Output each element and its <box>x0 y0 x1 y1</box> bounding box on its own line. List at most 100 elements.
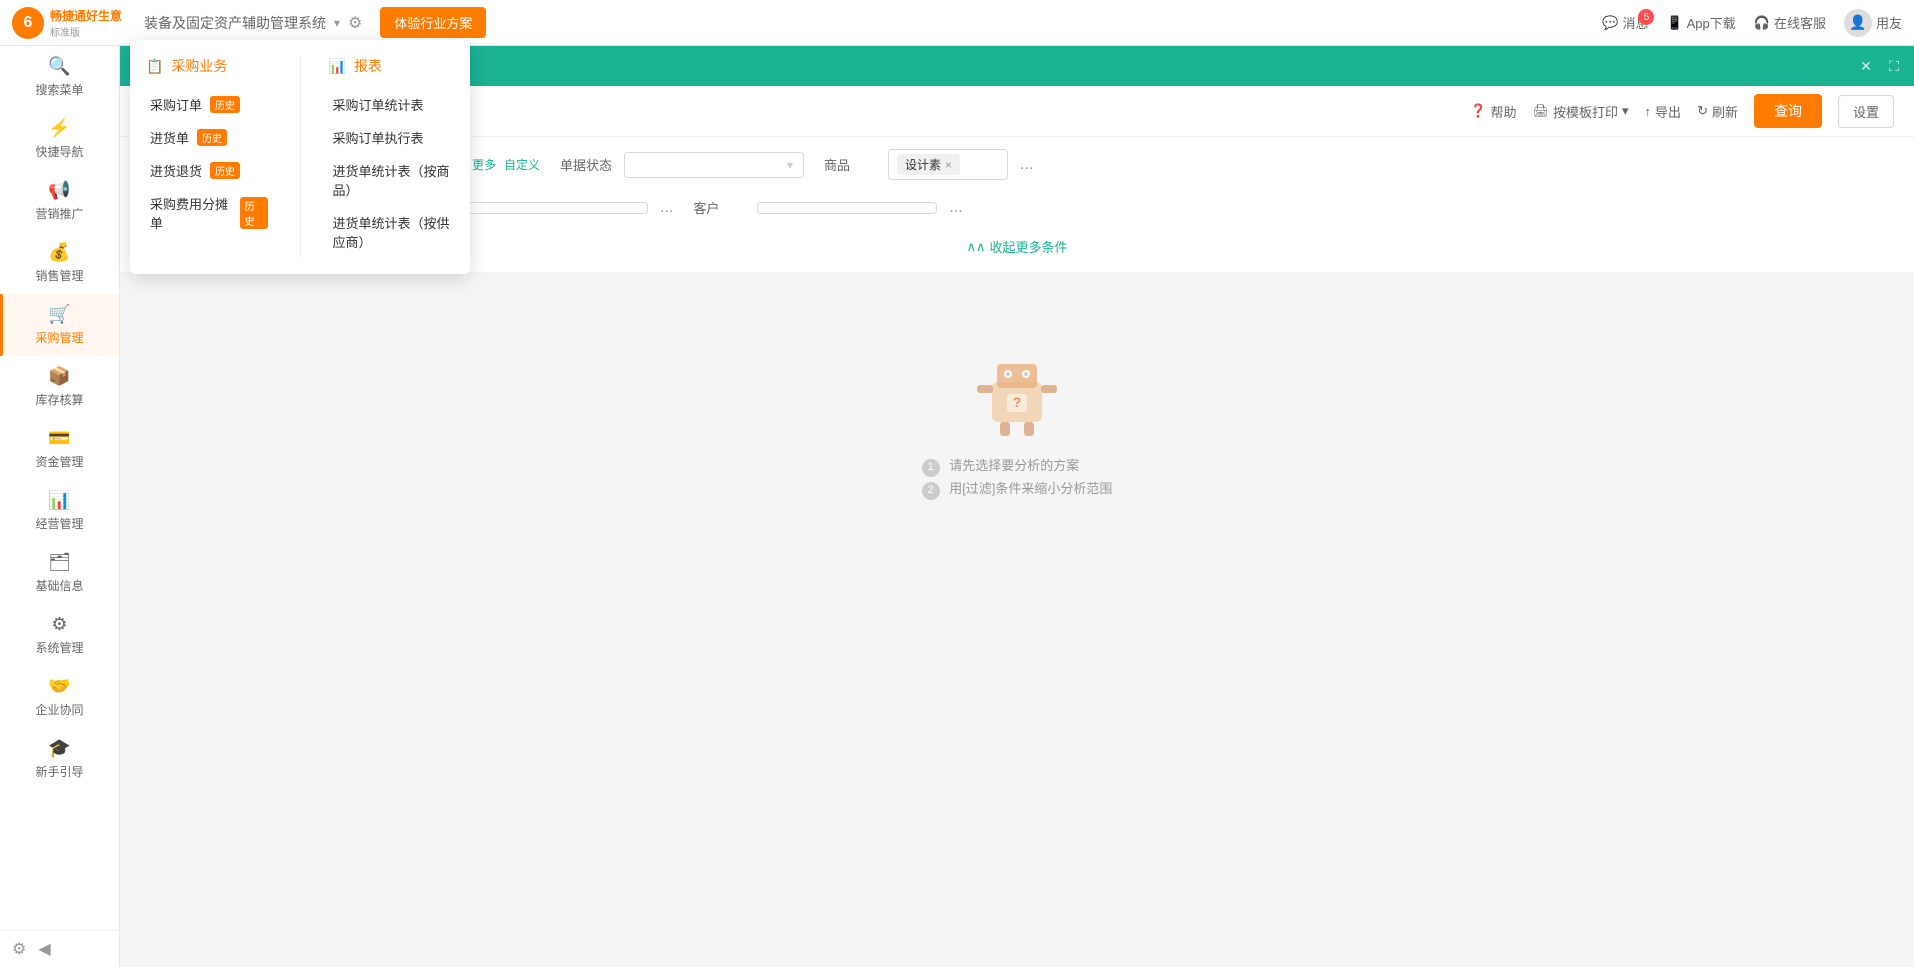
print-label: 按模板打印 <box>1553 102 1618 121</box>
sidebar-label-guide: 新手引导 <box>35 763 83 780</box>
dropdown-item-incoming[interactable]: 进货单 历史 <box>146 121 272 154</box>
print-button[interactable]: 🖨 按模板打印 ▾ <box>1532 102 1628 121</box>
tab-close-all-icon[interactable]: ✕ <box>1854 54 1878 78</box>
search-icon: 🔍 <box>48 56 70 77</box>
sidebar-item-purchase[interactable]: 🛒 采购管理 <box>0 294 119 356</box>
sidebar-label-sales: 销售管理 <box>35 267 83 284</box>
salesperson-input[interactable] <box>468 202 648 214</box>
brand-sub: 标准版 <box>50 24 122 39</box>
sidebar-item-marketing[interactable]: 📢 营销推广 <box>0 170 119 232</box>
filter-status: 单据状态 ▾ <box>560 152 804 178</box>
handshake-icon: 🤝 <box>48 676 70 697</box>
settings-bottom-icon[interactable]: ⚙ <box>12 939 26 959</box>
query-button[interactable]: 查询 <box>1754 94 1822 128</box>
sidebar-item-search[interactable]: 🔍 搜索菜单 <box>0 46 119 108</box>
goods-tag-remove[interactable]: × <box>945 158 952 172</box>
status-arrow-icon: ▾ <box>787 158 793 172</box>
purchase-col-icon: 📋 <box>146 58 163 75</box>
sidebar-label-operations: 经营管理 <box>35 515 83 532</box>
main-layout: 🔍 搜索菜单 ⚡ 快捷导航 📢 营销推广 💰 销售管理 🛒 采购管理 📦 库存核… <box>0 46 1914 967</box>
sidebar-bottom: ⚙ ◀ <box>0 930 119 967</box>
collapse-label: 收起更多条件 <box>990 237 1068 256</box>
user-area[interactable]: 👤 用友 <box>1844 9 1902 37</box>
collapse-button[interactable]: ∧∧ 收起更多条件 <box>966 233 1067 260</box>
shortcut-custom[interactable]: 自定义 <box>504 156 540 173</box>
message-button[interactable]: 💬 消息 5 <box>1602 13 1648 32</box>
refresh-icon: ↻ <box>1697 103 1708 119</box>
sidebar-item-system[interactable]: ⚙ 系统管理 <box>0 604 119 666</box>
filter-goods: 商品 设计素 × ... <box>824 149 1033 180</box>
shortcut-more[interactable]: 更多 <box>472 156 496 173</box>
dropdown-item-label: 进货退货 <box>150 161 202 180</box>
megaphone-icon: 📢 <box>48 180 70 201</box>
report-col-icon: 📊 <box>329 58 346 75</box>
sidebar: 🔍 搜索菜单 ⚡ 快捷导航 📢 营销推广 💰 销售管理 🛒 采购管理 📦 库存核… <box>0 46 120 967</box>
dropdown-item-incoming-stat-supplier[interactable]: 进货单统计表（按供应商） <box>329 206 455 258</box>
sidebar-label-purchase: 采购管理 <box>35 329 83 346</box>
customer-more-btn[interactable]: ... <box>949 199 962 217</box>
settings-icon[interactable]: ⚙ <box>348 13 362 33</box>
empty-tip2: 用[过滤]条件来缩小分析范围 <box>949 481 1112 496</box>
export-button[interactable]: ↑ 导出 <box>1645 102 1682 121</box>
industry-button[interactable]: 体验行业方案 <box>380 7 486 38</box>
help-icon: ❓ <box>1470 103 1486 119</box>
box-icon: 📦 <box>48 366 70 387</box>
gear-sidebar-icon: ⚙ <box>51 614 67 635</box>
logo-icon: 6 <box>12 7 44 39</box>
sidebar-item-base[interactable]: 🗂 基础信息 <box>0 542 119 604</box>
chart-icon: 📊 <box>48 490 70 511</box>
cart-icon: 🛒 <box>48 304 70 325</box>
user-avatar: 👤 <box>1844 9 1872 37</box>
tab-expand-icon[interactable]: ⛶ <box>1882 54 1906 78</box>
sidebar-item-sales[interactable]: 💰 销售管理 <box>0 232 119 294</box>
money-icon: 💰 <box>48 242 70 263</box>
sidebar-item-quicknav[interactable]: ⚡ 快捷导航 <box>0 108 119 170</box>
headset-icon: 🎧 <box>1754 15 1770 31</box>
sidebar-item-operations[interactable]: 📊 经营管理 <box>0 480 119 542</box>
salesperson-more-btn[interactable]: ... <box>660 199 673 217</box>
setting-button[interactable]: 设置 <box>1838 95 1894 128</box>
flash-icon: ⚡ <box>48 118 70 139</box>
status-select[interactable]: ▾ <box>624 152 804 178</box>
sidebar-label-enterprise: 企业协同 <box>35 701 83 718</box>
sidebar-label-search: 搜索菜单 <box>35 81 83 98</box>
book-icon: 🎓 <box>48 738 70 759</box>
dropdown-item-expense[interactable]: 采购费用分摊单 历史 <box>146 187 272 239</box>
dropdown-item-return[interactable]: 进货退货 历史 <box>146 154 272 187</box>
dropdown-item-label: 采购订单统计表 <box>333 95 424 114</box>
sidebar-item-guide[interactable]: 🎓 新手引导 <box>0 728 119 790</box>
sidebar-item-enterprise[interactable]: 🤝 企业协同 <box>0 666 119 728</box>
collapse-up-icon: ∧∧ <box>966 239 985 255</box>
purchase-col-title: 采购业务 <box>171 56 227 76</box>
report-col: 📊 报表 采购订单统计表 采购订单执行表 进货单统计表（按商品） 进货单统计表（… <box>329 56 455 258</box>
sidebar-item-inventory[interactable]: 📦 库存核算 <box>0 356 119 418</box>
help-button[interactable]: ❓ 帮助 <box>1470 102 1516 121</box>
app-download-button[interactable]: 📱 App下载 <box>1666 13 1735 32</box>
dropdown-item-po-stat[interactable]: 采购订单统计表 <box>329 88 455 121</box>
customer-input[interactable] <box>757 202 937 214</box>
dropdown-item-purchase-order[interactable]: 采购订单 历史 <box>146 88 272 121</box>
online-service-button[interactable]: 🎧 在线客服 <box>1754 13 1826 32</box>
report-col-title: 报表 <box>354 56 382 76</box>
sidebar-label-base: 基础信息 <box>35 577 83 594</box>
dropdown-item-incoming-stat-goods[interactable]: 进货单统计表（按商品） <box>329 154 455 206</box>
logo-area: 6 畅捷通好生意 标准版 <box>12 7 132 39</box>
goods-more-btn[interactable]: ... <box>1020 156 1033 174</box>
sidebar-item-funds[interactable]: 💳 资金管理 <box>0 418 119 480</box>
goods-label: 商品 <box>824 155 880 174</box>
empty-tip1: 请先选择要分析的方案 <box>949 458 1079 473</box>
goods-tag-text: 设计素 <box>905 156 941 173</box>
brand-main: 畅捷通好生意 <box>50 7 122 24</box>
phone-icon: 📱 <box>1666 15 1682 31</box>
collapse-sidebar-icon[interactable]: ◀ <box>38 939 50 959</box>
status-label: 单据状态 <box>560 155 616 174</box>
purchase-col: 📋 采购业务 采购订单 历史 进货单 历史 进货退货 历史 采购费用分摊单 <box>146 56 272 258</box>
online-service-label: 在线客服 <box>1774 13 1826 32</box>
refresh-button[interactable]: ↻ 刷新 <box>1697 102 1738 121</box>
dropdown-arrow-icon[interactable]: ▾ <box>334 16 340 30</box>
sidebar-label-system: 系统管理 <box>35 639 83 656</box>
logo-text: 畅捷通好生意 标准版 <box>50 7 122 39</box>
goods-input[interactable]: 设计素 × <box>888 149 1008 180</box>
dropdown-item-po-exec[interactable]: 采购订单执行表 <box>329 121 455 154</box>
customer-label: 客户 <box>693 198 749 217</box>
